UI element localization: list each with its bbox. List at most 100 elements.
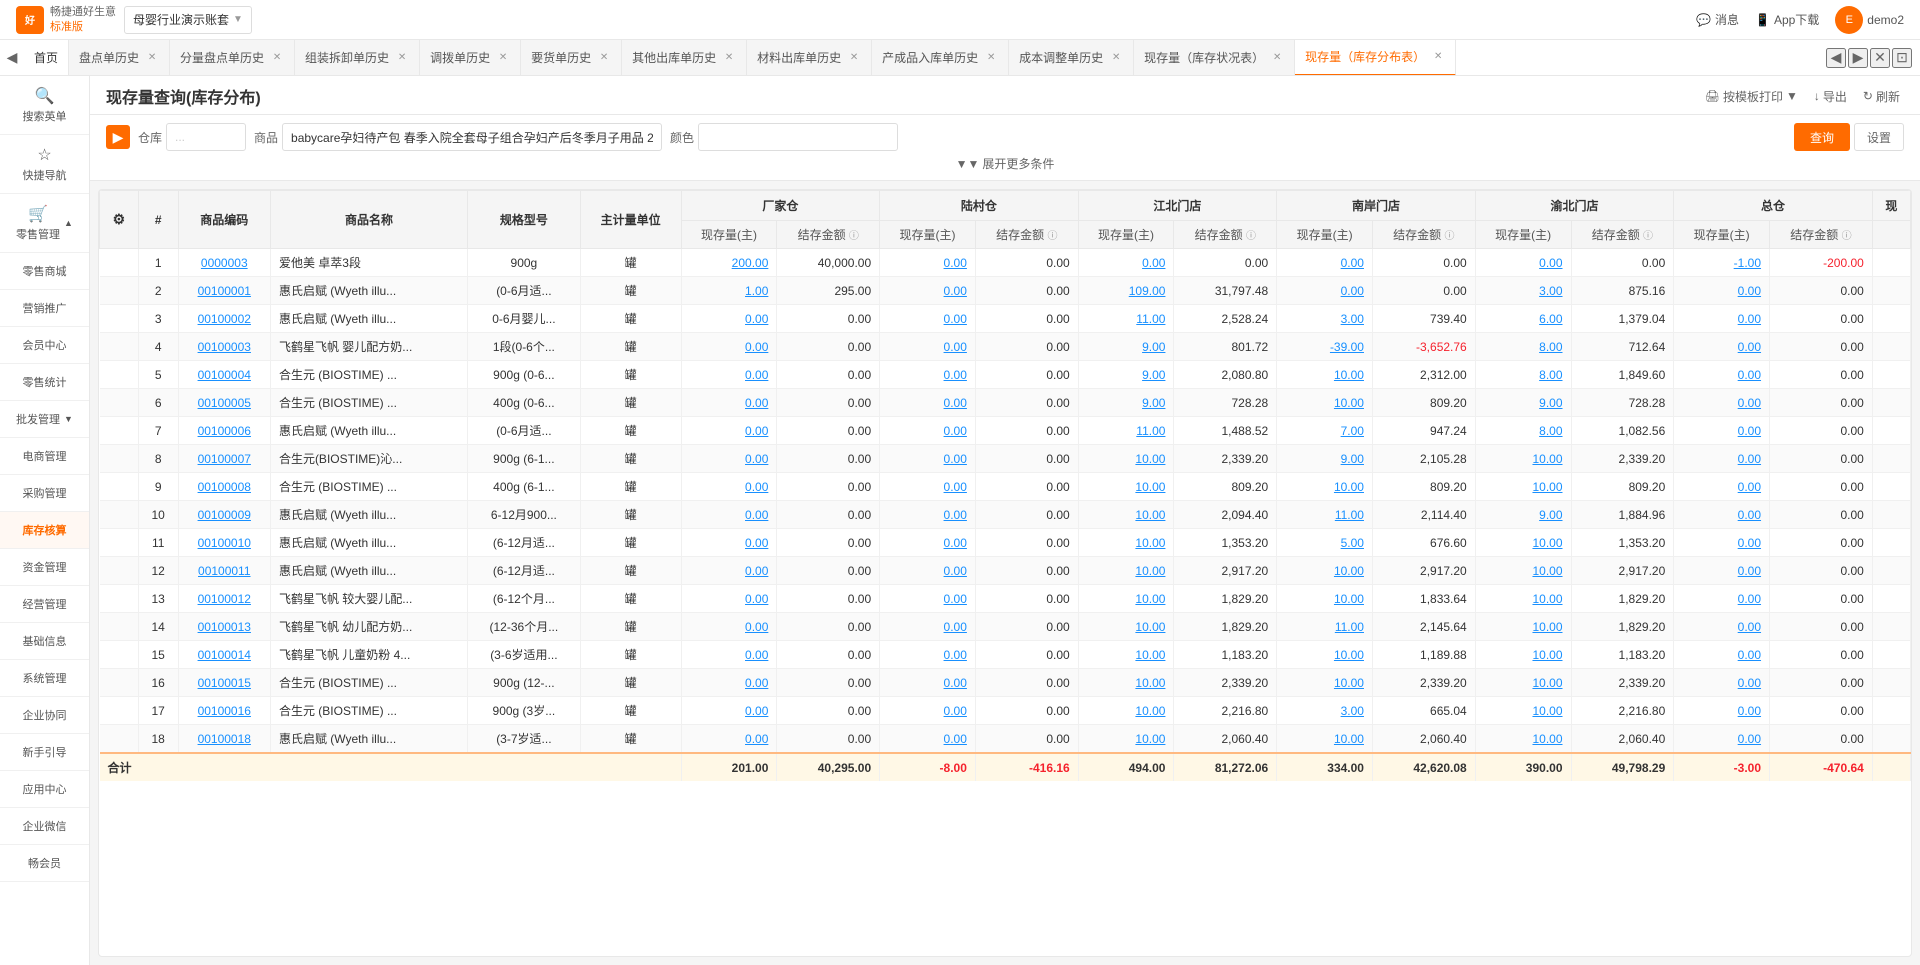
row-jiangbei-qty[interactable]: 11.00 [1078, 417, 1174, 445]
row-jiangbei-qty[interactable]: 10.00 [1078, 529, 1174, 557]
row-code[interactable]: 00100008 [178, 473, 270, 501]
tab-scroll-right-button[interactable]: ▶ [1848, 48, 1868, 68]
row-jiangbei-qty[interactable]: 10.00 [1078, 697, 1174, 725]
row-factory-qty[interactable]: 0.00 [681, 305, 777, 333]
sidebar-item-nav[interactable]: ☆ 快捷导航 [0, 135, 89, 194]
message-button[interactable]: 💬 消息 [1696, 11, 1739, 28]
sidebar-item-search[interactable]: 🔍 搜索英单 [0, 76, 89, 135]
row-factory-qty[interactable]: 0.00 [681, 417, 777, 445]
row-total-qty[interactable]: 0.00 [1674, 333, 1770, 361]
expand-conditions-button[interactable]: ▼▼ 展开更多条件 [106, 155, 1904, 172]
row-nanan-qty[interactable]: 10.00 [1277, 669, 1373, 697]
export-button[interactable]: ↓ 导出 [1810, 86, 1851, 107]
sidebar-item-guide[interactable]: 新手引导 [0, 734, 89, 771]
row-jiangbei-qty[interactable]: 9.00 [1078, 333, 1174, 361]
tab-cost-adjust[interactable]: 成本调整单历史 ✕ [1009, 40, 1134, 76]
row-yubei-qty[interactable]: 0.00 [1475, 249, 1571, 277]
setting-button[interactable]: 设置 [1854, 123, 1904, 151]
row-factory-qty[interactable]: 0.00 [681, 501, 777, 529]
sidebar-item-system[interactable]: 系统管理 [0, 660, 89, 697]
row-yubei-qty[interactable]: 10.00 [1475, 473, 1571, 501]
sidebar-item-finance[interactable]: 资金管理 [0, 549, 89, 586]
row-nanan-qty[interactable]: 10.00 [1277, 641, 1373, 669]
row-total-qty[interactable]: 0.00 [1674, 277, 1770, 305]
tab-close-icon[interactable]: ✕ [847, 51, 861, 65]
row-factory-qty[interactable]: 0.00 [681, 361, 777, 389]
tab-stock-dist[interactable]: 现存量（库存分布表） ✕ [1295, 40, 1456, 76]
tab-close-icon[interactable]: ✕ [1109, 51, 1123, 65]
row-jiangbei-qty[interactable]: 0.00 [1078, 249, 1174, 277]
tab-material-out[interactable]: 材料出库单历史 ✕ [747, 40, 872, 76]
tab-other-out[interactable]: 其他出库单历史 ✕ [622, 40, 747, 76]
row-lucun-qty[interactable]: 0.00 [880, 585, 976, 613]
row-code[interactable]: 00100010 [178, 529, 270, 557]
row-factory-qty[interactable]: 0.00 [681, 389, 777, 417]
sidebar-item-wechat[interactable]: 企业微信 [0, 808, 89, 845]
row-lucun-qty[interactable]: 0.00 [880, 613, 976, 641]
sidebar-item-wholesale[interactable]: 批发管理 ▼ [0, 401, 89, 438]
app-download-button[interactable]: 📱 App下载 [1755, 11, 1819, 28]
sidebar-item-operation[interactable]: 经营管理 [0, 586, 89, 623]
tab-product-in[interactable]: 产成品入库单历史 ✕ [872, 40, 1009, 76]
sidebar-item-retail-store[interactable]: 零售商城 [0, 253, 89, 290]
row-nanan-qty[interactable]: 10.00 [1277, 557, 1373, 585]
tab-home[interactable]: 首页 [24, 40, 69, 76]
row-nanan-qty[interactable]: 10.00 [1277, 725, 1373, 754]
row-code[interactable]: 00100003 [178, 333, 270, 361]
row-yubei-qty[interactable]: 10.00 [1475, 725, 1571, 754]
row-code[interactable]: 00100001 [178, 277, 270, 305]
row-code[interactable]: 00100009 [178, 501, 270, 529]
tab-expand-button[interactable]: ⊡ [1892, 48, 1912, 68]
row-total-qty[interactable]: 0.00 [1674, 613, 1770, 641]
row-jiangbei-qty[interactable]: 109.00 [1078, 277, 1174, 305]
tab-close-icon[interactable]: ✕ [1270, 51, 1284, 65]
row-yubei-qty[interactable]: 10.00 [1475, 641, 1571, 669]
row-lucun-qty[interactable]: 0.00 [880, 473, 976, 501]
row-lucun-qty[interactable]: 0.00 [880, 249, 976, 277]
row-lucun-qty[interactable]: 0.00 [880, 389, 976, 417]
sidebar-item-inventory[interactable]: 库存核算 [0, 512, 89, 549]
tab-close-icon[interactable]: ✕ [496, 51, 510, 65]
row-code[interactable]: 00100004 [178, 361, 270, 389]
row-total-qty[interactable]: 0.00 [1674, 725, 1770, 754]
row-nanan-qty[interactable]: 11.00 [1277, 613, 1373, 641]
account-selector[interactable]: 母婴行业演示账套 ▼ [124, 6, 252, 34]
row-yubei-qty[interactable]: 10.00 [1475, 445, 1571, 473]
row-jiangbei-qty[interactable]: 10.00 [1078, 585, 1174, 613]
row-yubei-qty[interactable]: 10.00 [1475, 613, 1571, 641]
row-total-qty[interactable]: 0.00 [1674, 445, 1770, 473]
refresh-button[interactable]: ↻ 刷新 [1859, 86, 1904, 107]
row-lucun-qty[interactable]: 0.00 [880, 501, 976, 529]
row-factory-qty[interactable]: 0.00 [681, 473, 777, 501]
search-button[interactable]: 查询 [1794, 123, 1850, 151]
row-factory-qty[interactable]: 0.00 [681, 585, 777, 613]
row-nanan-qty[interactable]: -39.00 [1277, 333, 1373, 361]
row-yubei-qty[interactable]: 3.00 [1475, 277, 1571, 305]
row-code[interactable]: 00100013 [178, 613, 270, 641]
tab-close-icon[interactable]: ✕ [984, 51, 998, 65]
row-lucun-qty[interactable]: 0.00 [880, 333, 976, 361]
sidebar-item-ecommerce[interactable]: 电商管理 [0, 438, 89, 475]
row-lucun-qty[interactable]: 0.00 [880, 529, 976, 557]
row-code[interactable]: 00100006 [178, 417, 270, 445]
row-nanan-qty[interactable]: 10.00 [1277, 389, 1373, 417]
sidebar-item-retail-stat[interactable]: 零售统计 [0, 364, 89, 401]
row-code[interactable]: 00100016 [178, 697, 270, 725]
tab-close-icon[interactable]: ✕ [1431, 50, 1445, 64]
row-factory-qty[interactable]: 0.00 [681, 557, 777, 585]
tab-request[interactable]: 要货单历史 ✕ [521, 40, 622, 76]
row-code[interactable]: 00100007 [178, 445, 270, 473]
row-nanan-qty[interactable]: 9.00 [1277, 445, 1373, 473]
row-nanan-qty[interactable]: 5.00 [1277, 529, 1373, 557]
row-total-qty[interactable]: 0.00 [1674, 389, 1770, 417]
sidebar-item-basic[interactable]: 基础信息 [0, 623, 89, 660]
row-total-qty[interactable]: 0.00 [1674, 585, 1770, 613]
row-jiangbei-qty[interactable]: 9.00 [1078, 389, 1174, 417]
row-yubei-qty[interactable]: 8.00 [1475, 333, 1571, 361]
row-total-qty[interactable]: -1.00 [1674, 249, 1770, 277]
row-nanan-qty[interactable]: 3.00 [1277, 305, 1373, 333]
row-nanan-qty[interactable]: 7.00 [1277, 417, 1373, 445]
row-lucun-qty[interactable]: 0.00 [880, 277, 976, 305]
row-factory-qty[interactable]: 0.00 [681, 529, 777, 557]
goods-input[interactable] [282, 123, 662, 151]
